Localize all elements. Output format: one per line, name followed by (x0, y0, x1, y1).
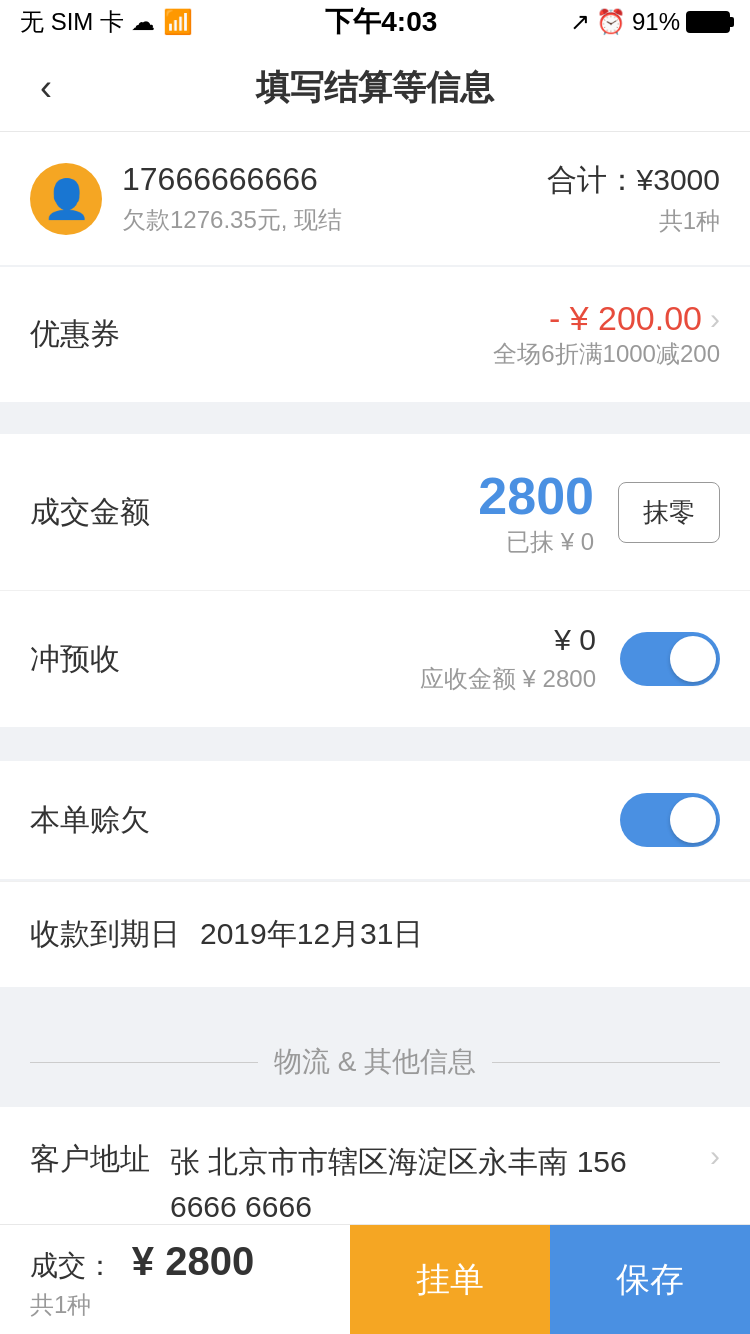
coupon-label: 优惠券 (30, 314, 120, 355)
toggle-knob (670, 636, 716, 682)
customer-card: 👤 17666666666 欠款1276.35元, 现结 合计：¥3000 共1… (0, 132, 750, 265)
content-area: 👤 17666666666 欠款1276.35元, 现结 合计：¥3000 共1… (0, 132, 750, 1334)
due-date-row: 收款到期日 2019年12月31日 (0, 881, 750, 987)
debt-toggle-knob (670, 797, 716, 843)
amount-label: 成交金额 (30, 492, 150, 533)
wifi-icon: 📶 (163, 8, 193, 36)
debt-section: 本单赊欠 (0, 761, 750, 879)
status-time: 下午4:03 (325, 3, 437, 41)
logistics-text: 物流 & 其他信息 (274, 1043, 476, 1081)
prepay-sub: 应收金额 ¥ 2800 (420, 663, 596, 695)
customer-total: 合计：¥3000 (547, 160, 720, 201)
section-gap-3 (0, 1003, 750, 1019)
round-button[interactable]: 抹零 (618, 482, 720, 543)
save-button[interactable]: 保存 (550, 1225, 750, 1335)
customer-phone: 17666666666 (122, 161, 342, 198)
footer-deal-label: 成交： (30, 1250, 114, 1281)
battery-icon (686, 11, 730, 33)
amount-row: 成交金额 2800 已抹 ¥ 0 抹零 (0, 434, 750, 590)
section-gap-2 (0, 729, 750, 745)
back-button[interactable]: ‹ (30, 57, 62, 119)
prepay-row: 冲预收 ¥ 0 应收金额 ¥ 2800 (0, 590, 750, 727)
battery-percent: 91% (632, 8, 680, 36)
divider-line-right (492, 1062, 720, 1063)
amount-sub: 已抹 ¥ 0 (478, 526, 594, 558)
address-chevron-icon: › (710, 1139, 720, 1173)
due-date-value: 2019年12月31日 (200, 914, 423, 955)
due-date-label: 收款到期日 (30, 914, 180, 955)
status-right: ↗ ⏰ 91% (570, 8, 730, 36)
page-title: 填写结算等信息 (256, 65, 494, 111)
status-bar: 无 SIM 卡 ☁ 📶 下午4:03 ↗ ⏰ 91% (0, 0, 750, 44)
amount-section: 成交金额 2800 已抹 ¥ 0 抹零 冲预收 ¥ 0 应收金额 ¥ 2800 (0, 434, 750, 727)
chevron-right-icon: › (710, 302, 720, 336)
amount-value: 2800 (478, 466, 594, 526)
address-content: 张 北京市市辖区海淀区永丰南 156 6666 6666 (170, 1139, 682, 1229)
coupon-row[interactable]: 优惠券 - ¥ 200.00 › 全场6折满1000减200 (0, 267, 750, 402)
hang-order-button[interactable]: 挂单 (350, 1225, 550, 1335)
coupon-amount: - ¥ 200.00 (549, 299, 702, 338)
footer: 成交： ¥ 2800 共1种 挂单 保存 (0, 1224, 750, 1334)
debt-label: 本单赊欠 (30, 800, 150, 841)
address-label: 客户地址 (30, 1139, 150, 1180)
section-gap-1 (0, 418, 750, 434)
footer-amount: ¥ 2800 (132, 1239, 254, 1283)
avatar: 👤 (30, 163, 102, 235)
no-sim-text: 无 SIM 卡 ☁ (20, 6, 155, 38)
debt-toggle[interactable] (620, 793, 720, 847)
customer-count: 共1种 (547, 205, 720, 237)
coupon-desc: 全场6折满1000减200 (493, 338, 720, 370)
divider-line-left (30, 1062, 258, 1063)
customer-sub: 欠款1276.35元, 现结 (122, 204, 342, 236)
prepay-amount: ¥ 0 (420, 623, 596, 657)
prepay-label: 冲预收 (30, 639, 120, 680)
nav-bar: ‹ 填写结算等信息 (0, 44, 750, 132)
footer-count: 共1种 (30, 1289, 320, 1321)
location-icon: ↗ (570, 8, 590, 36)
status-left: 无 SIM 卡 ☁ 📶 (20, 6, 193, 38)
footer-info: 成交： ¥ 2800 共1种 (0, 1239, 350, 1321)
logistics-divider: 物流 & 其他信息 (0, 1019, 750, 1105)
alarm-icon: ⏰ (596, 8, 626, 36)
prepay-toggle[interactable] (620, 632, 720, 686)
